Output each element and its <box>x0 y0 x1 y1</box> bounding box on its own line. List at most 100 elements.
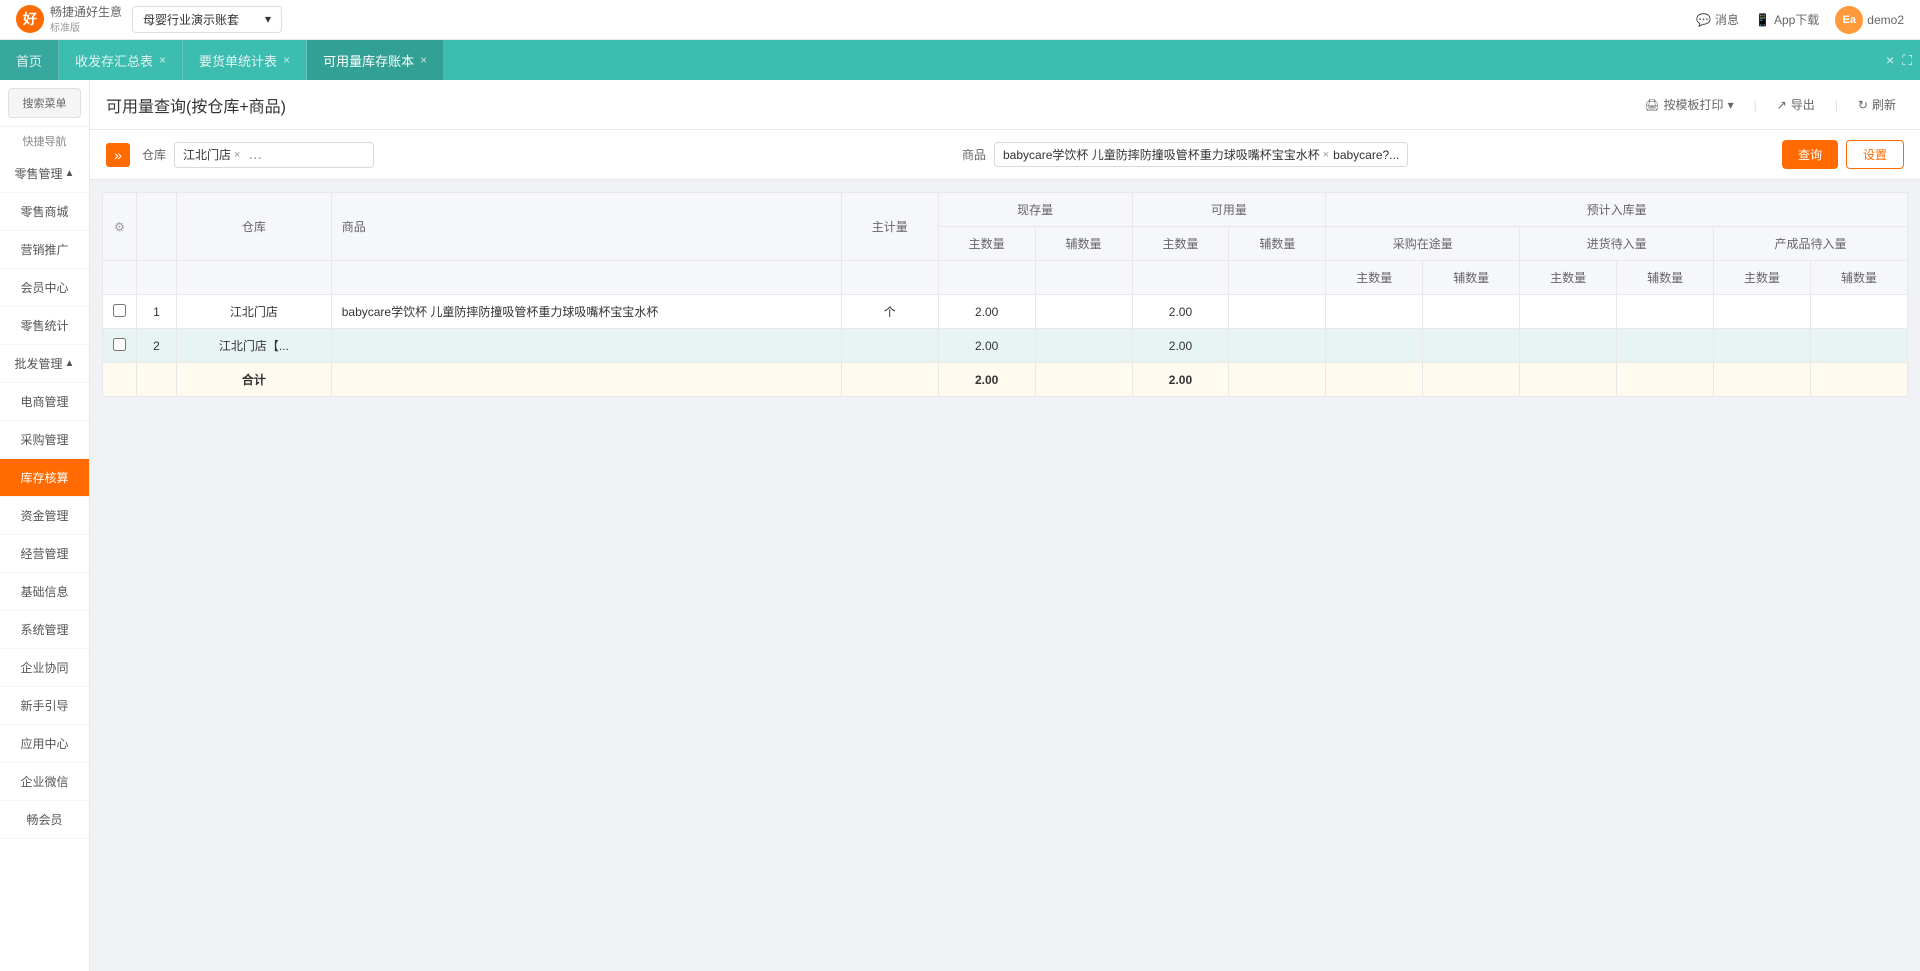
purchase-transit-header: 采购在途量 <box>1326 227 1520 261</box>
avail-aux-qty-header: 辅数量 <box>1229 227 1326 261</box>
row-available-aux <box>1229 329 1326 363</box>
production-main-header: 主数量 <box>1714 261 1811 295</box>
maximize-window-button[interactable]: ⛶ <box>1902 52 1912 69</box>
tab-receivable[interactable]: 收发存汇总表 × <box>59 40 183 80</box>
row-product <box>331 329 841 363</box>
product-tag-1-close[interactable]: × <box>1323 149 1329 161</box>
warehouse-tag-close[interactable]: × <box>234 149 240 161</box>
row-available-main: 2.00 <box>1132 329 1229 363</box>
table-row: 2 江北门店【... 2.00 2.00 <box>103 329 1908 363</box>
tab-close-requisition[interactable]: × <box>283 53 290 67</box>
warehouse-more-btn[interactable]: ... <box>244 146 265 164</box>
incoming-aux-header: 辅数量 <box>1617 261 1714 295</box>
logo-label: 标准版 <box>50 19 122 34</box>
sidebar-item-marketing[interactable]: 营销推广 <box>0 231 89 269</box>
warehouse-label: 仓库 <box>142 146 166 163</box>
filter-buttons: 查询 设置 <box>1782 140 1904 169</box>
table-settings-icon[interactable]: ⚙ <box>114 220 125 234</box>
data-table: ⚙ 仓库 商品 主计量 现存量 可用量 预计入库量 主数量 辅数量 主数量 <box>102 192 1908 397</box>
content-area: 可用量查询(按仓库+商品) 🖨 按模板打印 ▾ | ↗ 导出 | ↻ <box>90 80 1920 971</box>
print-icon: 🖨 <box>1644 98 1659 112</box>
row-production-main <box>1714 295 1811 329</box>
tab-close-available[interactable]: × <box>420 53 427 67</box>
purchase-main-header: 主数量 <box>1326 261 1423 295</box>
sidebar-item-operations[interactable]: 经营管理 <box>0 535 89 573</box>
row-product: babycare学饮杯 儿童防摔防撞吸管杯重力球吸嘴杯宝宝水杯 <box>331 295 841 329</box>
production-pending-header: 产成品待入量 <box>1714 227 1908 261</box>
close-window-button[interactable]: × <box>1886 52 1894 68</box>
row-num: 2 <box>137 329 177 363</box>
row-stock-main: 2.00 <box>938 329 1035 363</box>
sidebar-item-enterprise[interactable]: 企业协同 <box>0 649 89 687</box>
export-icon: ↗ <box>1777 98 1787 112</box>
tab-available[interactable]: 可用量库存账本 × <box>307 40 444 80</box>
industry-selector[interactable]: 母婴行业演示账套 ▾ <box>132 6 282 33</box>
chevron-icon: ▲ <box>65 358 75 369</box>
chevron-icon: ▲ <box>65 168 75 179</box>
sidebar-item-appcenter[interactable]: 应用中心 <box>0 725 89 763</box>
row-warehouse: 江北门店【... <box>177 329 332 363</box>
sidebar-item-member[interactable]: 会员中心 <box>0 269 89 307</box>
expand-filter-button[interactable]: » <box>106 143 130 167</box>
settings-col-header: ⚙ <box>103 193 137 261</box>
refresh-button[interactable]: ↻ 刷新 <box>1850 92 1904 117</box>
logo-icon: 好 <box>16 5 44 33</box>
sidebar-item-retail-mall[interactable]: 零售商城 <box>0 193 89 231</box>
export-button[interactable]: ↗ 导出 <box>1769 92 1823 117</box>
search-menu-button[interactable]: 搜索菜单 <box>8 88 81 118</box>
sidebar-item-retail-stats[interactable]: 零售统计 <box>0 307 89 345</box>
row-checkbox-cell[interactable] <box>103 295 137 329</box>
row-checkbox-cell[interactable] <box>103 329 137 363</box>
num-col-header <box>137 193 177 261</box>
chevron-down-icon: ▾ <box>265 12 271 26</box>
user-profile[interactable]: Ea demo2 <box>1835 6 1904 34</box>
page-actions: 🖨 按模板打印 ▾ | ↗ 导出 | ↻ 刷新 <box>1636 92 1904 117</box>
app-icon: 📱 <box>1755 13 1770 27</box>
product-input[interactable]: babycare学饮杯 儿童防摔防撞吸管杯重力球吸嘴杯宝宝水杯 × babyca… <box>994 142 1408 167</box>
tab-home[interactable]: 首页 <box>0 40 59 80</box>
page-title: 可用量查询(按仓库+商品) <box>106 93 286 117</box>
sidebar-item-member2[interactable]: 畅会员 <box>0 801 89 839</box>
sidebar-item-inventory[interactable]: 库存核算 <box>0 459 89 497</box>
table-row: 1 江北门店 babycare学饮杯 儿童防摔防撞吸管杯重力球吸嘴杯宝宝水杯 个… <box>103 295 1908 329</box>
tab-requisition[interactable]: 要货单统计表 × <box>183 40 307 80</box>
production-aux-header: 辅数量 <box>1810 261 1907 295</box>
avatar: Ea <box>1835 6 1863 34</box>
app-download-button[interactable]: 📱 App下载 <box>1755 11 1819 28</box>
top-bar: 好 畅捷通好生意 标准版 母婴行业演示账套 ▾ 💬 消息 📱 App下载 Ea … <box>0 0 1920 40</box>
sidebar-item-finance[interactable]: 资金管理 <box>0 497 89 535</box>
incoming-main-header: 主数量 <box>1520 261 1617 295</box>
row-purchase-aux <box>1423 329 1520 363</box>
main-unit-col-header: 主计量 <box>841 193 938 261</box>
sidebar-item-newguide[interactable]: 新手引导 <box>0 687 89 725</box>
sidebar-item-basic[interactable]: 基础信息 <box>0 573 89 611</box>
query-button[interactable]: 查询 <box>1782 140 1838 169</box>
sidebar-item-wholesale[interactable]: 批发管理 ▲ <box>0 345 89 383</box>
row-purchase-main <box>1326 329 1423 363</box>
row-stock-aux <box>1035 295 1132 329</box>
product-label: 商品 <box>962 146 986 163</box>
product-filter-group: 商品 babycare学饮杯 儿童防摔防撞吸管杯重力球吸嘴杯宝宝水杯 × bab… <box>962 142 1770 167</box>
row-main-unit <box>841 329 938 363</box>
sidebar-item-retail[interactable]: 零售管理 ▲ <box>0 155 89 193</box>
tab-close-receivable[interactable]: × <box>159 53 166 67</box>
product-tag-1: babycare学饮杯 儿童防摔防撞吸管杯重力球吸嘴杯宝宝水杯 × <box>1003 146 1329 163</box>
top-bar-right: 💬 消息 📱 App下载 Ea demo2 <box>1696 6 1904 34</box>
sidebar-item-wechat[interactable]: 企业微信 <box>0 763 89 801</box>
setting-button[interactable]: 设置 <box>1846 140 1904 169</box>
print-template-button[interactable]: 🖨 按模板打印 ▾ <box>1636 92 1741 117</box>
message-button[interactable]: 💬 消息 <box>1696 11 1739 28</box>
sidebar: 搜索菜单 快捷导航 零售管理 ▲ 零售商城 营销推广 会员中心 零售统计 批发管… <box>0 80 90 971</box>
warehouse-input[interactable]: 江北门店 × ... <box>174 142 374 168</box>
row-purchase-main <box>1326 295 1423 329</box>
sidebar-item-ecommerce[interactable]: 电商管理 <box>0 383 89 421</box>
sidebar-item-purchase[interactable]: 采购管理 <box>0 421 89 459</box>
sidebar-item-system[interactable]: 系统管理 <box>0 611 89 649</box>
row-incoming-aux <box>1617 295 1714 329</box>
sidebar-item-quick-nav[interactable]: 快捷导航 <box>0 127 89 155</box>
row-available-aux <box>1229 295 1326 329</box>
row-warehouse: 江北门店 <box>177 295 332 329</box>
row-purchase-aux <box>1423 295 1520 329</box>
row-main-unit: 个 <box>841 295 938 329</box>
page-header: 可用量查询(按仓库+商品) 🖨 按模板打印 ▾ | ↗ 导出 | ↻ <box>90 80 1920 130</box>
